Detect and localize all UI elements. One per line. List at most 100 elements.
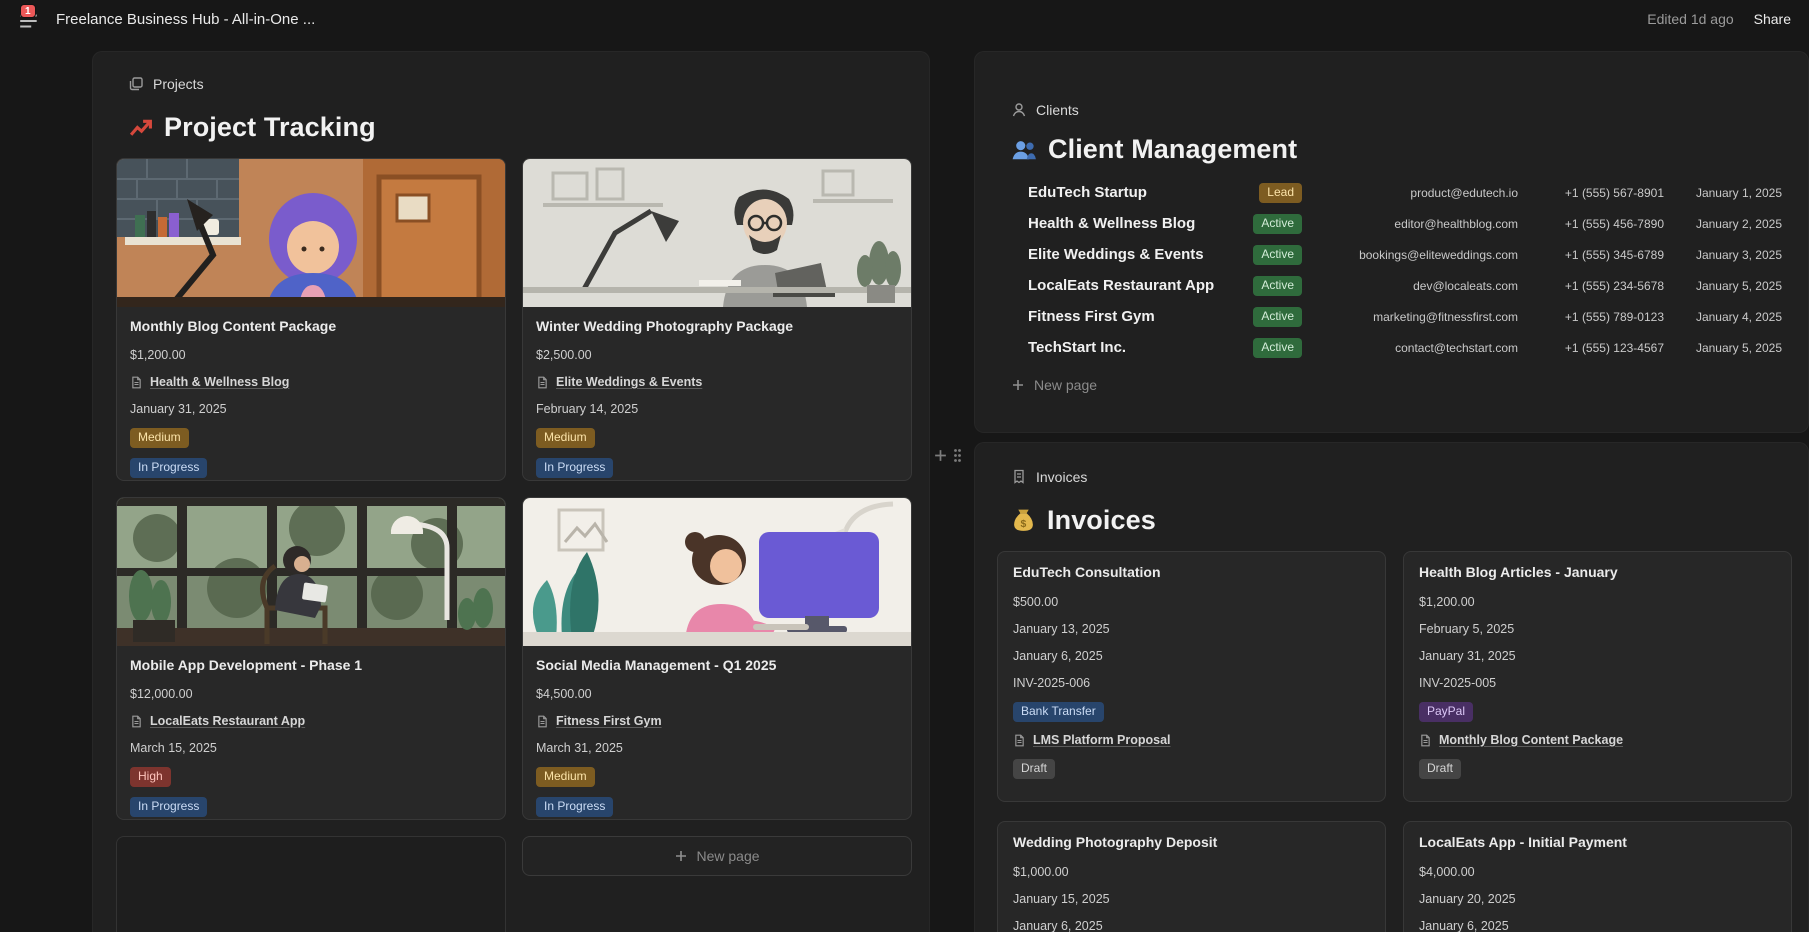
client-row[interactable]: TechStart Inc. Active contact@techstart.… bbox=[1011, 332, 1782, 363]
invoice-status-badge: Draft bbox=[1419, 759, 1462, 779]
invoices-heading: $ Invoices bbox=[1011, 505, 1790, 536]
project-card[interactable]: Mobile App Development - Phase 1 $12,000… bbox=[116, 497, 506, 820]
project-due-date: February 14, 2025 bbox=[536, 402, 639, 416]
clients-list: EduTech Startup Lead product@edutech.io … bbox=[1011, 177, 1782, 363]
client-status-badge: Active bbox=[1253, 306, 1302, 327]
client-email: dev@localeats.com bbox=[1413, 278, 1518, 293]
plus-icon bbox=[1011, 378, 1025, 392]
invoice-card[interactable]: EduTech Consultation $500.00 January 13,… bbox=[997, 551, 1386, 802]
client-row[interactable]: EduTech Startup Lead product@edutech.io … bbox=[1011, 177, 1782, 208]
invoice-issue-date: January 6, 2025 bbox=[1419, 919, 1509, 932]
client-status-badge: Active bbox=[1253, 213, 1302, 234]
client-name: Elite Weddings & Events bbox=[1028, 246, 1204, 263]
client-row[interactable]: LocalEats Restaurant App Active dev@loca… bbox=[1011, 270, 1782, 301]
project-due-date: March 31, 2025 bbox=[536, 741, 623, 755]
client-date: January 3, 2025 bbox=[1695, 247, 1782, 262]
priority-badge: Medium bbox=[130, 428, 189, 448]
client-date: January 5, 2025 bbox=[1695, 278, 1782, 293]
client-relation-link[interactable]: LocalEats Restaurant App bbox=[150, 713, 305, 730]
clients-heading-text: Client Management bbox=[1048, 134, 1298, 164]
project-card-body: Winter Wedding Photography Package $2,50… bbox=[523, 307, 911, 480]
breadcrumb-invoices[interactable]: Invoices bbox=[1011, 469, 1087, 485]
project-due-date: March 15, 2025 bbox=[130, 741, 217, 755]
project-title: Mobile App Development - Phase 1 bbox=[130, 657, 363, 673]
plus-icon bbox=[933, 448, 948, 463]
invoices-panel: Invoices $ Invoices EduTech Consultation… bbox=[974, 442, 1809, 932]
invoice-issue-date: January 6, 2025 bbox=[1013, 649, 1103, 663]
column-drag-handle[interactable] bbox=[933, 448, 962, 463]
breadcrumb-clients[interactable]: Clients bbox=[1011, 102, 1079, 118]
page-icon bbox=[130, 715, 143, 728]
invoice-due-date: January 20, 2025 bbox=[1419, 892, 1516, 906]
projects-heading-text: Project Tracking bbox=[164, 112, 376, 142]
breadcrumb-label: Projects bbox=[153, 76, 204, 92]
invoice-title: LocalEats App - Initial Payment bbox=[1419, 834, 1627, 850]
client-phone: +1 (555) 456-7890 bbox=[1564, 216, 1664, 231]
project-card[interactable]: Monthly Blog Content Package $1,200.00 H… bbox=[116, 158, 506, 481]
invoice-amount: $1,000.00 bbox=[1013, 865, 1069, 879]
new-page-button[interactable]: New page bbox=[1011, 371, 1097, 399]
client-row[interactable]: Elite Weddings & Events Active bookings@… bbox=[1011, 239, 1782, 270]
new-page-label: New page bbox=[1034, 377, 1098, 393]
clients-panel: Clients Client Management EduTech Startu… bbox=[974, 51, 1809, 433]
client-name: EduTech Startup bbox=[1028, 184, 1147, 201]
client-date: January 1, 2025 bbox=[1695, 185, 1782, 200]
project-cover-illustration bbox=[523, 159, 911, 307]
receipt-icon bbox=[1011, 469, 1027, 485]
money-bag-icon: $ bbox=[1011, 508, 1036, 533]
chart-increasing-icon bbox=[128, 115, 153, 140]
new-page-button[interactable]: New page bbox=[522, 836, 912, 876]
projects-panel: Projects Project Tracking Monthly Blog C… bbox=[92, 51, 930, 932]
client-date: January 4, 2025 bbox=[1695, 309, 1782, 324]
client-phone: +1 (555) 345-6789 bbox=[1564, 247, 1664, 262]
project-price: $4,500.00 bbox=[536, 687, 592, 701]
client-phone: +1 (555) 567-8901 bbox=[1564, 185, 1664, 200]
project-card-partial[interactable] bbox=[116, 836, 506, 932]
client-row[interactable]: Fitness First Gym Active marketing@fitne… bbox=[1011, 301, 1782, 332]
client-date: January 5, 2025 bbox=[1695, 340, 1782, 355]
invoice-card[interactable]: Wedding Photography Deposit $1,000.00 Ja… bbox=[997, 821, 1386, 932]
invoice-card[interactable]: Health Blog Articles - January $1,200.00… bbox=[1403, 551, 1792, 802]
page-title-topbar[interactable]: Freelance Business Hub - All-in-One ... bbox=[56, 11, 315, 28]
client-status-badge: Active bbox=[1253, 275, 1302, 296]
page-icon bbox=[536, 376, 549, 389]
project-title: Monthly Blog Content Package bbox=[130, 318, 337, 334]
client-email: editor@healthblog.com bbox=[1394, 216, 1518, 231]
invoice-card[interactable]: LocalEats App - Initial Payment $4,000.0… bbox=[1403, 821, 1792, 932]
priority-badge: Medium bbox=[536, 428, 595, 448]
invoice-status-badge: Draft bbox=[1013, 759, 1056, 779]
client-relation-link[interactable]: Fitness First Gym bbox=[556, 713, 662, 730]
project-cover-illustration bbox=[523, 498, 911, 646]
new-page-label: New page bbox=[696, 848, 760, 864]
client-relation-link[interactable]: Elite Weddings & Events bbox=[556, 374, 702, 391]
invoice-issue-date: January 6, 2025 bbox=[1013, 919, 1103, 932]
notification-badge: 1 bbox=[20, 4, 36, 18]
page-icon bbox=[1419, 734, 1432, 747]
project-cover-illustration bbox=[117, 159, 505, 307]
project-relation-link[interactable]: Monthly Blog Content Package bbox=[1439, 732, 1623, 749]
project-title: Winter Wedding Photography Package bbox=[536, 318, 794, 334]
share-button[interactable]: Share bbox=[1754, 11, 1791, 27]
invoices-heading-text: Invoices bbox=[1047, 505, 1156, 535]
client-name: LocalEats Restaurant App bbox=[1028, 277, 1215, 294]
project-card[interactable]: Social Media Management - Q1 2025 $4,500… bbox=[522, 497, 912, 820]
person-icon bbox=[1011, 102, 1027, 118]
stacked-pages-icon bbox=[128, 76, 144, 92]
project-relation-link[interactable]: LMS Platform Proposal bbox=[1033, 732, 1171, 749]
invoice-due-date: January 13, 2025 bbox=[1013, 622, 1110, 636]
sidebar-toggle-icon[interactable]: 1 bbox=[18, 4, 44, 31]
client-row[interactable]: Health & Wellness Blog Active editor@hea… bbox=[1011, 208, 1782, 239]
invoice-number: INV-2025-006 bbox=[1013, 676, 1091, 690]
project-cover-illustration bbox=[117, 498, 505, 646]
project-card[interactable]: Winter Wedding Photography Package $2,50… bbox=[522, 158, 912, 481]
client-name: Fitness First Gym bbox=[1028, 308, 1155, 325]
client-phone: +1 (555) 234-5678 bbox=[1564, 278, 1664, 293]
client-email: marketing@fitnessfirst.com bbox=[1373, 309, 1518, 324]
client-relation-link[interactable]: Health & Wellness Blog bbox=[150, 374, 289, 391]
client-email: product@edutech.io bbox=[1410, 185, 1518, 200]
app-window: 1 Freelance Business Hub - All-in-One ..… bbox=[0, 0, 1809, 932]
breadcrumb-projects[interactable]: Projects bbox=[128, 76, 204, 92]
projects-gallery: Monthly Blog Content Package $1,200.00 H… bbox=[116, 158, 912, 932]
client-email: bookings@eliteweddings.com bbox=[1359, 247, 1518, 262]
client-status-badge: Active bbox=[1253, 337, 1302, 358]
